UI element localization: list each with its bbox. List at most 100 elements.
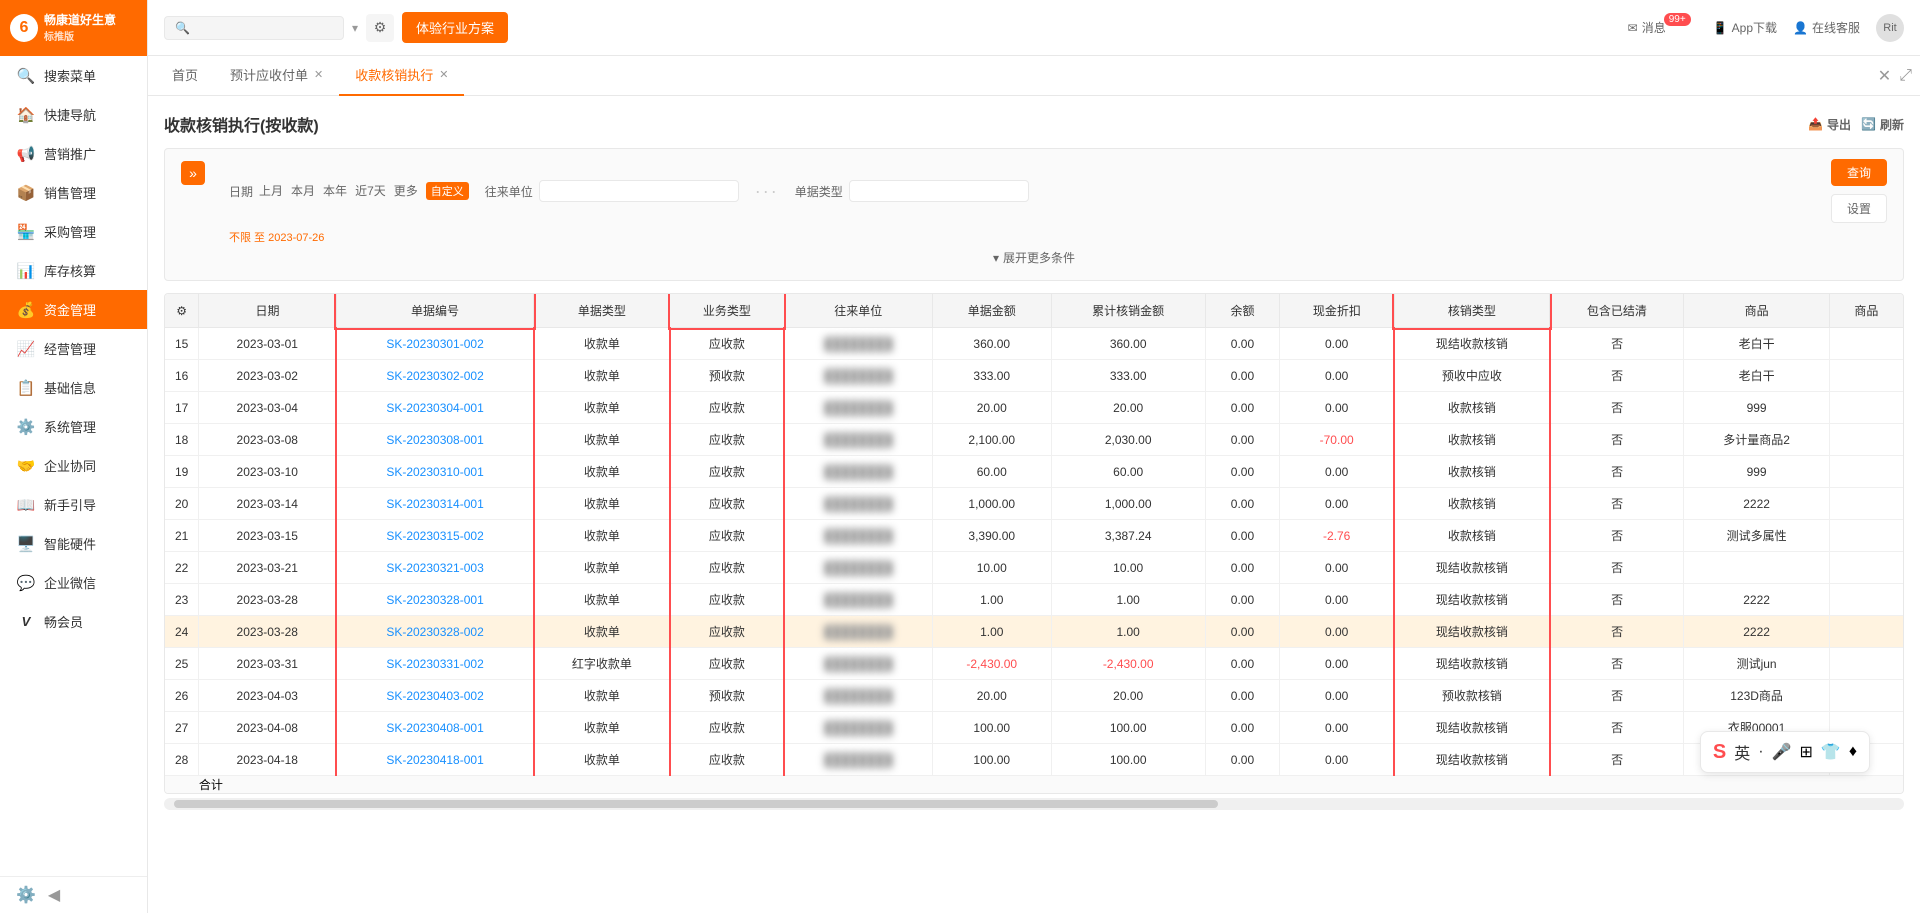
custom-date-btn[interactable]: 自定义 [426, 182, 469, 200]
partner-input[interactable] [539, 180, 739, 202]
more-date-link[interactable]: 更多 [394, 182, 418, 200]
tab-collection[interactable]: 收款核销执行 ✕ [339, 56, 464, 96]
sidebar-item-sales[interactable]: 📦 销售管理 [0, 173, 147, 212]
message-button[interactable]: ✉ 消息 99+ [1628, 19, 1697, 36]
tab-pre-payment[interactable]: 预计应收付单 ✕ [214, 56, 339, 96]
row-bill-no[interactable]: SK-20230418-001 [336, 744, 534, 776]
sidebar-item-hardware[interactable]: 🖥️ 智能硬件 [0, 524, 147, 563]
row-bill-no-link[interactable]: SK-20230314-001 [386, 497, 483, 511]
row-bill-no-link[interactable]: SK-20230308-001 [386, 433, 483, 447]
collapse-icon[interactable]: ◀ [48, 885, 60, 905]
sidebar-item-quick[interactable]: 🏠 快捷导航 [0, 95, 147, 134]
row-bill-no[interactable]: SK-20230301-002 [336, 328, 534, 360]
message-badge: 99+ [1664, 13, 1691, 26]
user-avatar[interactable]: Rit [1876, 14, 1904, 42]
scroll-thumb[interactable] [174, 800, 1218, 808]
row-bill-no-link[interactable]: SK-20230321-003 [386, 561, 483, 575]
row-bill-no-link[interactable]: SK-20230408-001 [386, 721, 483, 735]
online-service-button[interactable]: 👤 在线客服 [1793, 19, 1860, 36]
row-product-img [1829, 552, 1903, 584]
dropdown-arrow-icon[interactable]: ▾ [352, 21, 358, 35]
row-bill-no[interactable]: SK-20230403-002 [336, 680, 534, 712]
row-bill-no[interactable]: SK-20230315-002 [336, 520, 534, 552]
table-row: 282023-04-18SK-20230418-001收款单应收款███████… [165, 744, 1903, 776]
mic-icon: 🎤 [1772, 742, 1792, 762]
sidebar-item-inventory[interactable]: 📊 库存核算 [0, 251, 147, 290]
row-balance: 0.00 [1205, 424, 1280, 456]
refresh-button[interactable]: 🔄 刷新 [1861, 116, 1904, 133]
this-year-link[interactable]: 本年 [323, 182, 347, 200]
setting-button[interactable]: 设置 [1831, 194, 1887, 223]
row-cash-discount: 0.00 [1280, 392, 1394, 424]
ellipsis: ··· [755, 181, 779, 202]
row-date: 2023-03-01 [199, 328, 336, 360]
solution-button[interactable]: 体验行业方案 [402, 12, 508, 43]
tab-close-all-button[interactable]: ✕ [1878, 66, 1891, 86]
row-bill-no-link[interactable]: SK-20230315-002 [386, 529, 483, 543]
bill-type-select[interactable] [849, 180, 1029, 202]
row-bill-no-link[interactable]: SK-20230403-002 [386, 689, 483, 703]
tab-collection-close-icon[interactable]: ✕ [439, 68, 448, 81]
row-bill-no[interactable]: SK-20230308-001 [336, 424, 534, 456]
row-bill-no[interactable]: SK-20230310-001 [336, 456, 534, 488]
row-bill-no[interactable]: SK-20230331-002 [336, 648, 534, 680]
row-included: 否 [1550, 488, 1684, 520]
row-bill-no-link[interactable]: SK-20230304-001 [386, 401, 483, 415]
row-bill-no[interactable]: SK-20230328-001 [336, 584, 534, 616]
sidebar-item-member[interactable]: V 畅会员 [0, 602, 147, 641]
sidebar-item-system[interactable]: ⚙️ 系统管理 [0, 407, 147, 446]
expand-more-button[interactable]: ▾ 展开更多条件 [181, 245, 1887, 270]
last-month-link[interactable]: 上月 [259, 182, 283, 200]
row-bill-no-link[interactable]: SK-20230310-001 [386, 465, 483, 479]
row-bill-no[interactable]: SK-20230321-003 [336, 552, 534, 584]
scroll-bar[interactable] [164, 798, 1904, 810]
app-download-button[interactable]: 📱 App下载 [1713, 19, 1777, 36]
sidebar-item-enterprise[interactable]: 🤝 企业协同 [0, 446, 147, 485]
row-balance: 0.00 [1205, 712, 1280, 744]
tab-pre-payment-label: 预计应收付单 [230, 65, 308, 84]
row-bill-type: 收款单 [534, 456, 670, 488]
row-bill-no[interactable]: SK-20230314-001 [336, 488, 534, 520]
tab-home[interactable]: 首页 [156, 56, 214, 96]
last-7days-link[interactable]: 近7天 [355, 182, 386, 200]
row-bill-no-link[interactable]: SK-20230302-002 [386, 369, 483, 383]
sidebar-item-purchase[interactable]: 🏪 采购管理 [0, 212, 147, 251]
row-bill-no-link[interactable]: SK-20230301-002 [386, 337, 483, 351]
row-no: 21 [165, 520, 199, 552]
row-bill-no[interactable]: SK-20230304-001 [336, 392, 534, 424]
grid-icon: ⊞ [1800, 742, 1813, 762]
settings-icon[interactable]: ⚙️ [16, 885, 36, 905]
row-bill-type: 收款单 [534, 616, 670, 648]
tab-expand-button[interactable]: ⤢ [1899, 67, 1912, 85]
sidebar-item-wechat[interactable]: 💬 企业微信 [0, 563, 147, 602]
col-settings[interactable]: ⚙ [165, 294, 199, 328]
row-amount: 360.00 [932, 328, 1051, 360]
search-box[interactable]: 🔍 [164, 16, 344, 40]
row-balance: 0.00 [1205, 680, 1280, 712]
sidebar-item-search[interactable]: 🔍 搜索菜单 [0, 56, 147, 95]
row-bill-no[interactable]: SK-20230408-001 [336, 712, 534, 744]
settings-button[interactable]: ⚙ [366, 14, 394, 42]
row-bill-no-link[interactable]: SK-20230328-002 [386, 625, 483, 639]
sidebar-item-finance[interactable]: 💰 资金管理 [0, 290, 147, 329]
row-bill-no-link[interactable]: SK-20230328-001 [386, 593, 483, 607]
sidebar-item-marketing[interactable]: 📢 营销推广 [0, 134, 147, 173]
row-bill-no[interactable]: SK-20230328-002 [336, 616, 534, 648]
row-bill-no[interactable]: SK-20230302-002 [336, 360, 534, 392]
row-no: 19 [165, 456, 199, 488]
shirt-icon: 👕 [1821, 742, 1841, 762]
sidebar-item-guide[interactable]: 📖 新手引导 [0, 485, 147, 524]
this-month-link[interactable]: 本月 [291, 182, 315, 200]
sidebar-item-operation[interactable]: 📈 经营管理 [0, 329, 147, 368]
row-bill-no-link[interactable]: SK-20230418-001 [386, 753, 483, 767]
row-partner: ████████ [784, 392, 932, 424]
filter-expand-button[interactable]: » [181, 161, 205, 185]
export-button[interactable]: 📤 导出 [1808, 116, 1851, 133]
row-bill-no-link[interactable]: SK-20230331-002 [386, 657, 483, 671]
sidebar-item-basic[interactable]: 📋 基础信息 [0, 368, 147, 407]
query-button[interactable]: 查询 [1831, 159, 1887, 186]
refresh-label: 刷新 [1880, 116, 1904, 133]
row-product: 999 [1684, 456, 1829, 488]
tab-pre-payment-close-icon[interactable]: ✕ [314, 68, 323, 81]
row-write-off-type: 预收款核销 [1394, 680, 1550, 712]
